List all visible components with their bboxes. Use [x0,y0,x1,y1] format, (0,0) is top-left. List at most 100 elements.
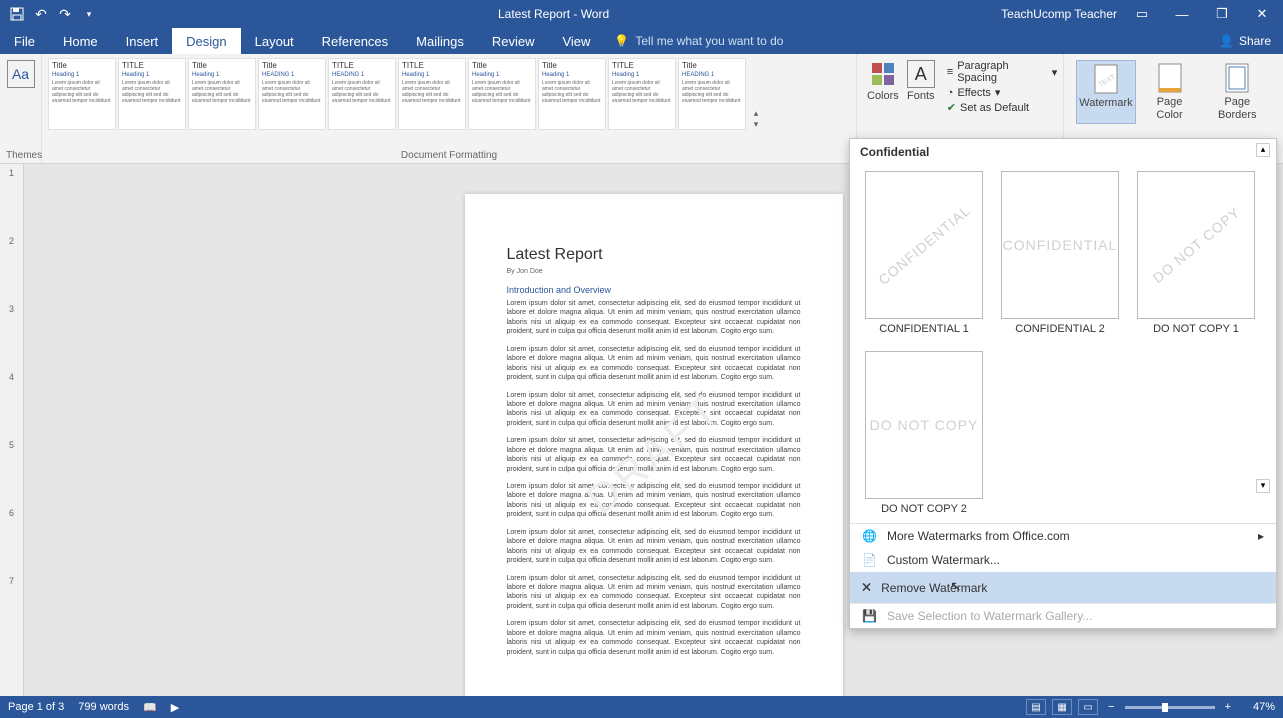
doc-paragraph: Lorem ipsum dolor sit amet, consectetur … [507,528,801,566]
watermark-button[interactable]: TEXT Watermark [1076,60,1135,124]
save-gallery-icon: 💾 [862,609,877,623]
zoom-level[interactable]: 47% [1241,701,1275,713]
style-set-tile[interactable]: TitleHEADING 1Lorem ipsum dolor sit amet… [678,58,746,130]
zoom-out-icon[interactable]: − [1104,701,1118,713]
quick-access-toolbar: ↶ ↷ ▾ [0,3,106,25]
minimize-icon[interactable]: — [1167,3,1197,25]
macro-icon[interactable]: ▶ [171,701,179,714]
style-set-tile[interactable]: TITLEHEADING 1Lorem ipsum dolor sit amet… [328,58,396,130]
doc-paragraph: Lorem ipsum dolor sit amet, consectetur … [507,391,801,429]
tab-mailings[interactable]: Mailings [402,28,478,54]
custom-watermark-item[interactable]: 📄 Custom Watermark... [850,548,1276,572]
web-layout-icon[interactable]: ▭ [1078,699,1098,715]
restore-icon[interactable]: ❐ [1207,3,1237,25]
page-borders-icon [1221,62,1253,94]
watermark-gallery-item[interactable]: CONFIDENTIAL CONFIDENTIAL 1 [864,171,984,335]
page-borders-button[interactable]: Page Borders [1204,60,1271,124]
chevron-right-icon: ▸ [1258,529,1264,543]
share-button[interactable]: 👤 Share [1207,34,1283,48]
style-set-tile[interactable]: TITLEHeading 1Lorem ipsum dolor sit amet… [608,58,676,130]
page-icon: 📄 [862,553,877,567]
tell-me-search[interactable]: 💡 Tell me what you want to do [604,34,783,48]
watermark-thumbnail: DO NOT COPY [1137,171,1255,319]
zoom-in-icon[interactable]: + [1221,701,1235,713]
ribbon-options-icon[interactable]: ▭ [1127,3,1157,25]
close-icon[interactable]: ✕ [1247,3,1277,25]
page-color-icon [1154,62,1186,94]
effects-button[interactable]: ◔Effects ▾ [947,86,1057,99]
watermark-item-label: CONFIDENTIAL 1 [879,323,968,335]
style-set-tile[interactable]: TITLEHeading 1Lorem ipsum dolor sit amet… [398,58,466,130]
print-layout-icon[interactable]: ▦ [1052,699,1072,715]
document-title: Latest Report - Word [106,7,1001,21]
qat-customize-icon[interactable]: ▾ [78,3,100,25]
colors-button[interactable]: Colors [867,60,899,102]
style-set-tile[interactable]: TitleHeading 1Lorem ipsum dolor sit amet… [48,58,116,130]
zoom-slider[interactable] [1125,706,1215,709]
doc-paragraph: Lorem ipsum dolor sit amet, consectetur … [507,436,801,474]
status-bar: Page 1 of 3 799 words 📖 ▶ ▤ ▦ ▭ − + 47% [0,696,1283,718]
themes-group: Aa Themes [0,54,42,163]
style-set-tile[interactable]: TitleHeading 1Lorem ipsum dolor sit amet… [188,58,256,130]
save-selection-item: 💾 Save Selection to Watermark Gallery... [850,603,1276,628]
remove-watermark-item[interactable]: 🗙 Remove Watermark ↖ [850,572,1276,603]
document-page: DRAFT Latest Report By Jon Doe Introduct… [465,194,843,696]
colors-icon [869,60,897,88]
page-indicator[interactable]: Page 1 of 3 [8,701,64,713]
watermark-thumbnail: CONFIDENTIAL [1001,171,1119,319]
fonts-button[interactable]: A Fonts [907,60,935,102]
document-formatting-group: TitleHeading 1Lorem ipsum dolor sit amet… [42,54,857,163]
paragraph-spacing-icon: ≡ [947,66,953,78]
watermark-item-label: CONFIDENTIAL 2 [1015,323,1104,335]
style-set-tile[interactable]: TitleHeading 1Lorem ipsum dolor sit amet… [468,58,536,130]
share-icon: 👤 [1219,34,1234,48]
doc-paragraph: Lorem ipsum dolor sit amet, consectetur … [507,482,801,520]
tab-references[interactable]: References [308,28,402,54]
title-bar: ↶ ↷ ▾ Latest Report - Word TeachUcomp Te… [0,0,1283,28]
undo-icon[interactable]: ↶ [30,3,52,25]
read-mode-icon[interactable]: ▤ [1026,699,1046,715]
doc-paragraph: Lorem ipsum dolor sit amet, consectetur … [507,574,801,612]
gallery-scroll-up-icon[interactable]: ▴ [1256,143,1270,157]
globe-icon: 🌐 [862,529,877,543]
page-color-button[interactable]: Page Color [1142,60,1198,124]
style-gallery-expand-icon[interactable]: ▴▾ [748,58,764,130]
watermark-thumbnail: DO NOT COPY [865,351,983,499]
watermark-gallery-item[interactable]: CONFIDENTIAL CONFIDENTIAL 2 [1000,171,1120,335]
watermark-icon: TEXT [1090,63,1122,95]
style-set-tile[interactable]: TitleHEADING 1Lorem ipsum dolor sit amet… [258,58,326,130]
tab-insert[interactable]: Insert [112,28,173,54]
watermark-item-label: DO NOT COPY 2 [881,503,967,515]
user-name: TeachUcomp Teacher [1001,7,1117,21]
watermark-gallery-item[interactable]: DO NOT COPY DO NOT COPY 2 [864,351,984,515]
save-icon[interactable] [6,3,28,25]
tab-review[interactable]: Review [478,28,549,54]
lightbulb-icon: 💡 [614,34,629,48]
ribbon-tabs: File Home Insert Design Layout Reference… [0,28,1283,54]
spellcheck-icon[interactable]: 📖 [143,701,157,714]
vertical-ruler[interactable]: 1234567 [0,164,24,696]
redo-icon[interactable]: ↷ [54,3,76,25]
style-set-tile[interactable]: TITLEHeading 1Lorem ipsum dolor sit amet… [118,58,186,130]
set-default-button[interactable]: ✔Set as Default [947,101,1057,114]
watermark-item-label: DO NOT COPY 1 [1153,323,1239,335]
tab-design[interactable]: Design [172,28,240,54]
doc-heading-title: Latest Report [507,246,801,264]
style-set-tile[interactable]: TitleHeading 1Lorem ipsum dolor sit amet… [538,58,606,130]
remove-icon: 🗙 [862,577,871,598]
word-count[interactable]: 799 words [78,701,129,713]
watermark-section-header: Confidential [850,139,1276,165]
tab-layout[interactable]: Layout [241,28,308,54]
watermark-gallery-item[interactable]: DO NOT COPY DO NOT COPY 1 [1136,171,1256,335]
watermark-thumbnail: CONFIDENTIAL [865,171,983,319]
fonts-icon: A [907,60,935,88]
tab-home[interactable]: Home [49,28,112,54]
themes-button[interactable]: Aa [7,60,35,88]
tab-view[interactable]: View [548,28,604,54]
more-watermarks-item[interactable]: 🌐 More Watermarks from Office.com ▸ [850,524,1276,548]
paragraph-spacing-button[interactable]: ≡Paragraph Spacing ▾ [947,60,1057,84]
doc-paragraph: Lorem ipsum dolor sit amet, consectetur … [507,299,801,337]
gallery-scroll-down-icon[interactable]: ▾ [1256,479,1270,493]
effects-icon: ◔ [947,87,954,99]
tab-file[interactable]: File [0,28,49,54]
